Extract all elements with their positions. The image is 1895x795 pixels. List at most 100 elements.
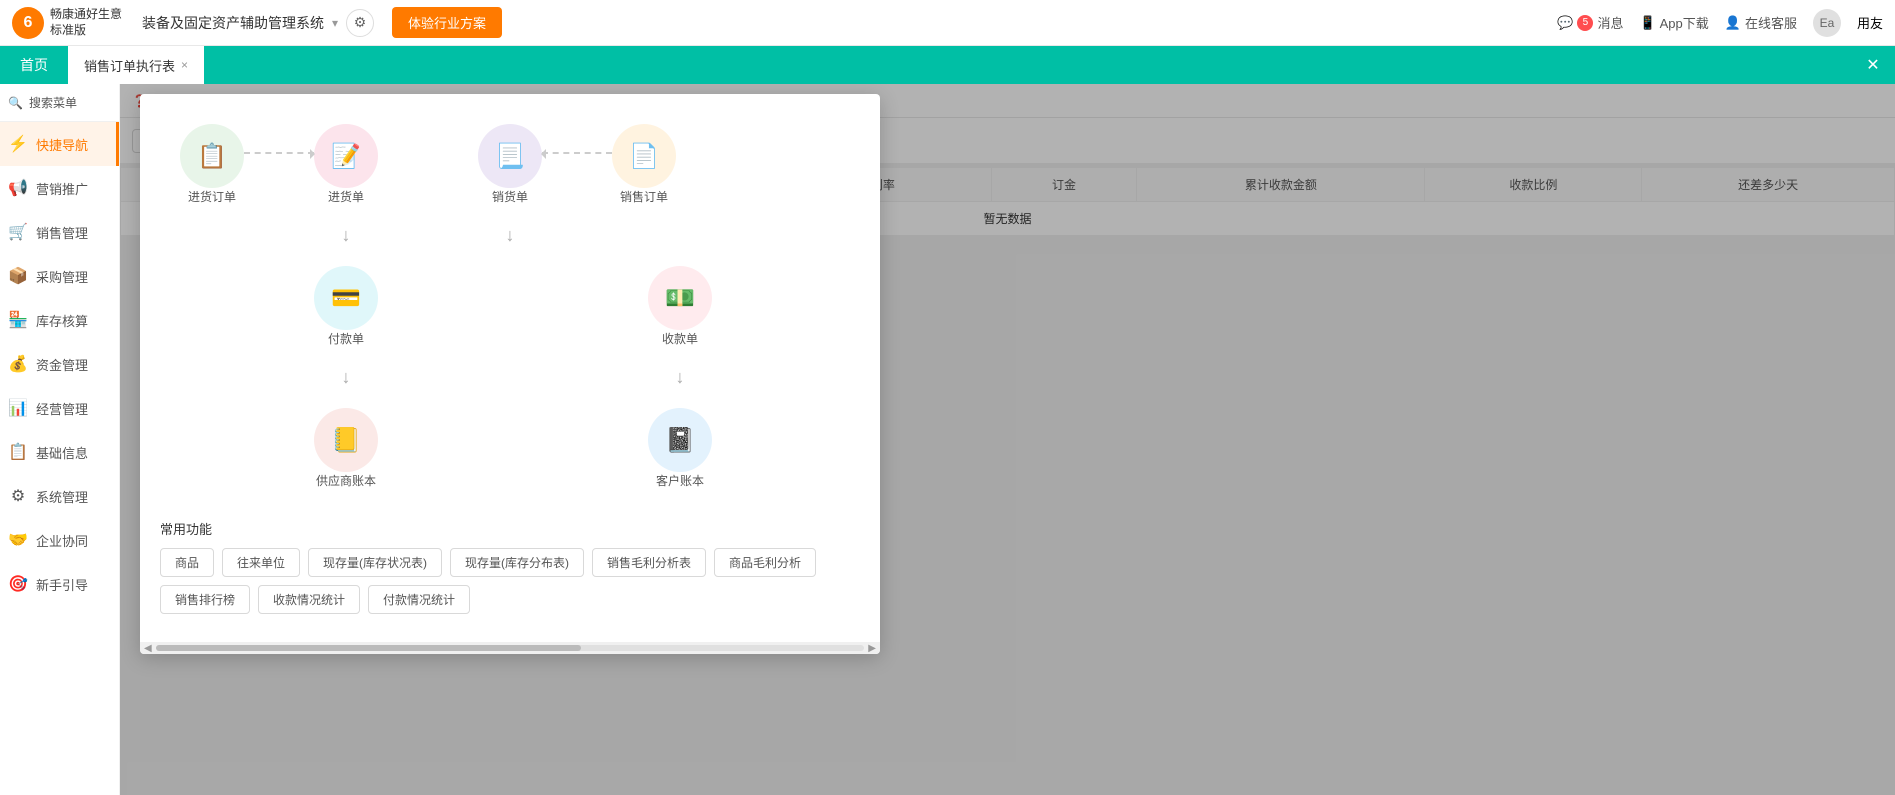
flow-modal: 📋 进货订单 📝 进货单 bbox=[140, 94, 880, 654]
sidebar-item-basic[interactable]: 📋 基础信息 bbox=[0, 430, 119, 474]
app-download-button[interactable]: 📱 App下载 bbox=[1639, 13, 1708, 32]
flow-col-receipt-bill: 💵 收款单 bbox=[648, 266, 712, 347]
func-btn-product[interactable]: 商品 bbox=[160, 548, 214, 577]
flow-arrows-row4: ↓ ↓ bbox=[180, 367, 840, 388]
func-btn-payment-stat[interactable]: 付款情况统计 bbox=[368, 585, 470, 614]
sidebar-item-enterprise[interactable]: 🤝 企业协同 bbox=[0, 518, 119, 562]
flow-col-customer-ledger: 📓 客户账本 bbox=[648, 408, 712, 489]
flow-col-purchase-bill: 📝 进货单 bbox=[314, 124, 378, 205]
flow-node-purchase-order[interactable]: 📋 bbox=[180, 124, 244, 188]
search-icon: 🔍 bbox=[8, 96, 23, 110]
content-area: ❓ 帮助 | 🖨 按模板打印 ▾ | ↗ 导出 ▾ | 🔄 刷新 bbox=[120, 84, 1895, 795]
sidebar-item-marketing[interactable]: 📢 营销推广 bbox=[0, 166, 119, 210]
sidebar-item-system[interactable]: ⚙ 系统管理 bbox=[0, 474, 119, 518]
logo-text: 畅康通好生意 标准版 bbox=[50, 7, 122, 38]
flow-node-sales-order[interactable]: 📄 bbox=[612, 124, 676, 188]
settings-button[interactable]: ⚙ bbox=[346, 9, 374, 37]
system-title-text: 装备及固定资产辅助管理系统 bbox=[142, 13, 324, 33]
func-btn-sales-rank[interactable]: 销售排行榜 bbox=[160, 585, 250, 614]
func-btn-receipt-stat[interactable]: 收款情况统计 bbox=[258, 585, 360, 614]
flow-node-receipt-bill[interactable]: 💵 bbox=[648, 266, 712, 330]
flow-diagram: 📋 进货订单 📝 进货单 bbox=[140, 94, 880, 509]
flow-row-1: 📋 进货订单 📝 进货单 bbox=[180, 124, 840, 205]
system-dropdown-icon[interactable]: ▾ bbox=[332, 16, 338, 30]
system-icon: ⚙ bbox=[8, 486, 28, 506]
func-btns-row2: 销售排行榜 收款情况统计 付款情况统计 bbox=[160, 585, 860, 614]
tab-home[interactable]: 首页 bbox=[0, 46, 68, 84]
flow-node-purchase-bill[interactable]: 📝 bbox=[314, 124, 378, 188]
flow-label-receipt-bill: 收款单 bbox=[662, 330, 698, 347]
purchase-icon: 📦 bbox=[8, 266, 28, 286]
quick-nav-icon: ⚡ bbox=[8, 134, 28, 154]
common-functions: 常用功能 商品 往来单位 现存量(库存状况表) 现存量(库存分布表) 销售毛利分… bbox=[140, 509, 880, 642]
flow-label-payment-bill: 付款单 bbox=[328, 330, 364, 347]
flow-label-supplier-ledger: 供应商账本 bbox=[316, 472, 376, 489]
func-btn-stock-dist[interactable]: 现存量(库存分布表) bbox=[450, 548, 584, 577]
flow-node-customer-ledger[interactable]: 📓 bbox=[648, 408, 712, 472]
flow-label-purchase-order: 进货订单 bbox=[188, 188, 236, 205]
search-menu-button[interactable]: 🔍 搜索菜单 bbox=[0, 84, 119, 122]
main-layout: 🔍 搜索菜单 ⚡ 快捷导航 📢 营销推广 🛒 销售管理 📦 采购管理 🏪 库存核… bbox=[0, 84, 1895, 795]
basic-icon: 📋 bbox=[8, 442, 28, 462]
marketing-icon: 📢 bbox=[8, 178, 28, 198]
scroll-right-icon[interactable]: ▶ bbox=[868, 643, 876, 654]
flow-col-supplier-ledger: 📒 供应商账本 bbox=[314, 408, 378, 489]
func-btn-product-profit[interactable]: 商品毛利分析 bbox=[714, 548, 816, 577]
flow-row-3: 💳 付款单 💵 收款单 bbox=[180, 266, 840, 347]
system-title-area: 装备及固定资产辅助管理系统 ▾ ⚙ 体验行业方案 bbox=[132, 7, 1557, 38]
tab-close-button[interactable]: × bbox=[181, 58, 188, 72]
header-right: 💬 5 消息 📱 App下载 👤 在线客服 Ea 用友 bbox=[1557, 9, 1883, 37]
flow-label-purchase-bill: 进货单 bbox=[328, 188, 364, 205]
func-btns-row1: 商品 往来单位 现存量(库存状况表) 现存量(库存分布表) 销售毛利分析表 商品… bbox=[160, 548, 860, 577]
operations-icon: 📊 bbox=[8, 398, 28, 418]
sidebar-item-quick-nav[interactable]: ⚡ 快捷导航 bbox=[0, 122, 119, 166]
func-btn-sales-profit[interactable]: 销售毛利分析表 bbox=[592, 548, 706, 577]
func-btn-partner[interactable]: 往来单位 bbox=[222, 548, 300, 577]
top-header: 6 畅康通好生意 标准版 装备及固定资产辅助管理系统 ▾ ⚙ 体验行业方案 💬 … bbox=[0, 0, 1895, 46]
flow-label-customer-ledger: 客户账本 bbox=[656, 472, 704, 489]
service-icon: 👤 bbox=[1725, 15, 1741, 31]
experience-button[interactable]: 体验行业方案 bbox=[392, 7, 502, 38]
tab-bar: 首页 销售订单执行表 × ✕ bbox=[0, 46, 1895, 84]
modal-scrollbar[interactable]: ◀ ▶ bbox=[140, 642, 880, 654]
enterprise-icon: 🤝 bbox=[8, 530, 28, 550]
finance-icon: 💰 bbox=[8, 354, 28, 374]
flow-row-5: 📒 供应商账本 📓 客户账本 bbox=[180, 408, 840, 489]
close-all-tabs-button[interactable]: ✕ bbox=[1859, 51, 1887, 79]
logo-area: 6 畅康通好生意 标准版 bbox=[12, 7, 132, 39]
flow-node-payment-bill[interactable]: 💳 bbox=[314, 266, 378, 330]
flow-label-sales-bill: 销货单 bbox=[492, 188, 528, 205]
flow-col-purchase-order: 📋 进货订单 bbox=[180, 124, 244, 205]
inventory-icon: 🏪 bbox=[8, 310, 28, 330]
sidebar-item-sales[interactable]: 🛒 销售管理 bbox=[0, 210, 119, 254]
flow-node-supplier-ledger[interactable]: 📒 bbox=[314, 408, 378, 472]
avatar[interactable]: Ea bbox=[1813, 9, 1841, 37]
app-logo: 6 bbox=[12, 7, 44, 39]
sidebar-item-newbie[interactable]: 🎯 新手引导 bbox=[0, 562, 119, 606]
username-label: 用友 bbox=[1857, 13, 1883, 32]
common-functions-title: 常用功能 bbox=[160, 519, 860, 538]
func-btn-stock-status[interactable]: 现存量(库存状况表) bbox=[308, 548, 442, 577]
download-icon: 📱 bbox=[1639, 15, 1655, 31]
tab-sales-order[interactable]: 销售订单执行表 × bbox=[68, 46, 204, 84]
sidebar-item-operations[interactable]: 📊 经营管理 bbox=[0, 386, 119, 430]
message-icon: 💬 bbox=[1557, 15, 1573, 31]
flow-arrows-row2: ↓ ↓ bbox=[180, 225, 840, 246]
sidebar-item-finance[interactable]: 💰 资金管理 bbox=[0, 342, 119, 386]
flow-col-payment-bill: 💳 付款单 bbox=[314, 266, 378, 347]
modal-overlay: 📋 进货订单 📝 进货单 bbox=[120, 84, 1895, 795]
scrollbar-track[interactable] bbox=[156, 645, 865, 651]
online-service-button[interactable]: 👤 在线客服 bbox=[1725, 13, 1797, 32]
sidebar-item-inventory[interactable]: 🏪 库存核算 bbox=[0, 298, 119, 342]
message-button[interactable]: 💬 5 消息 bbox=[1557, 13, 1623, 32]
message-badge: 5 bbox=[1577, 15, 1593, 31]
sidebar: 🔍 搜索菜单 ⚡ 快捷导航 📢 营销推广 🛒 销售管理 📦 采购管理 🏪 库存核… bbox=[0, 84, 120, 795]
flow-col-sales-bill: 📃 销货单 bbox=[478, 124, 542, 205]
flow-node-sales-bill[interactable]: 📃 bbox=[478, 124, 542, 188]
message-label: 消息 bbox=[1597, 13, 1623, 32]
scroll-left-icon[interactable]: ◀ bbox=[144, 643, 152, 654]
sidebar-item-purchase[interactable]: 📦 采购管理 bbox=[0, 254, 119, 298]
flow-col-sales-order: 📄 销售订单 bbox=[612, 124, 676, 205]
scrollbar-thumb[interactable] bbox=[156, 645, 581, 651]
sales-icon: 🛒 bbox=[8, 222, 28, 242]
